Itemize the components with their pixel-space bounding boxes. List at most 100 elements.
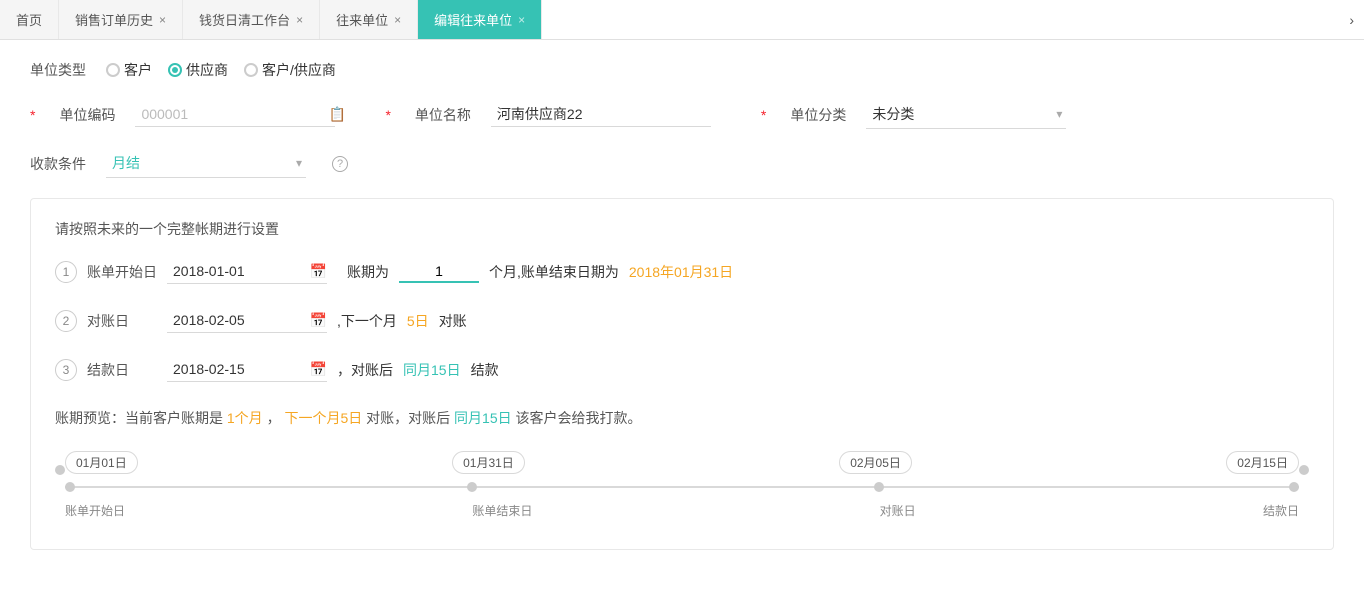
tl-point-1: 01月31日 (452, 451, 525, 480)
timeline: 01月01日 01月31日 02月05日 02月15日 (55, 451, 1309, 519)
unit-name-star: * (385, 107, 390, 123)
unit-code-icon[interactable]: 📋 (328, 106, 345, 123)
tab-partner[interactable]: 往来单位 × (320, 0, 418, 39)
unit-name-label: 单位名称 (415, 105, 471, 125)
tl-point-2: 02月05日 (839, 451, 912, 480)
step2-prefix: ,下一个月 (337, 311, 397, 331)
preview-label: 账期预览：当前客户账期是 (55, 410, 223, 426)
timeline-inner: 01月01日 01月31日 02月05日 02月15日 (65, 451, 1299, 519)
step2-cal-icon[interactable]: 📅 (310, 312, 327, 329)
tab-sales-history[interactable]: 销售订单历史 × (59, 0, 183, 39)
tab-cash-work-label: 钱货日清工作台 (199, 10, 290, 29)
step-num-1: 1 (55, 261, 77, 283)
radio-both[interactable]: 客户/供应商 (244, 60, 336, 80)
step1-suffix: 个月,账单结束日期为 (489, 262, 619, 282)
unit-code-field[interactable]: 📋 (135, 102, 335, 127)
main-content: 单位类型 客户 供应商 客户/供应商 * 单位编码 📋 * 单位名称 * (0, 40, 1364, 608)
payment-terms-select[interactable]: 月结 ▾ (106, 149, 306, 178)
unit-cat-star: * (761, 107, 766, 123)
tab-more-button[interactable]: › (1339, 0, 1364, 39)
timeline-right-dot (1299, 465, 1309, 475)
tab-bar: 首页 销售订单历史 × 钱货日清工作台 × 往来单位 × 编辑往来单位 × › (0, 0, 1364, 40)
tab-partner-label: 往来单位 (336, 10, 388, 29)
step-label-1: 账单开始日 (87, 262, 157, 282)
preview-part1: 1个月 (227, 410, 263, 426)
radio-customer[interactable]: 客户 (106, 60, 152, 80)
tab-edit-partner-label: 编辑往来单位 (434, 10, 512, 29)
tab-sales-history-close[interactable]: × (159, 13, 166, 27)
step1-cal-icon[interactable]: 📅 (310, 263, 327, 280)
step-row-3: 3 结款日 📅 ，对账后 同月15日 结款 (55, 357, 1309, 382)
payment-terms-arrow: ▾ (296, 156, 306, 170)
step-label-3: 结款日 (87, 360, 157, 380)
timeline-line (65, 486, 1299, 488)
preview-part3: 同月15日 (454, 410, 512, 426)
tab-edit-partner[interactable]: 编辑往来单位 × (418, 0, 542, 39)
step3-suffix: 结款 (471, 360, 499, 380)
settings-panel: 请按照未来的一个完整帐期进行设置 1 账单开始日 📅 账期为 个月,账单结束日期… (30, 198, 1334, 550)
radio-supplier-circle (168, 63, 182, 77)
timeline-badges: 01月01日 01月31日 02月05日 02月15日 (65, 451, 1299, 486)
step2-date-field[interactable]: 📅 (167, 308, 327, 333)
step-num-3: 3 (55, 359, 77, 381)
panel-instruction: 请按照未来的一个完整帐期进行设置 (55, 219, 1309, 239)
timeline-labels: 账单开始日 账单结束日 对账日 结款日 (65, 488, 1299, 519)
unit-cat-label: 单位分类 (790, 105, 846, 125)
preview-part2: 下一个月5日 (284, 410, 362, 426)
tl-sublabel-0: 账单开始日 (65, 502, 125, 519)
step1-end-date: 2018年01月31日 (629, 262, 733, 282)
step1-date-input[interactable] (167, 259, 310, 283)
step3-cal-icon[interactable]: 📅 (310, 361, 327, 378)
unit-name-input[interactable] (491, 102, 711, 127)
unit-info-row: * 单位编码 📋 * 单位名称 * 单位分类 未分类 ▾ (30, 100, 1334, 129)
tab-cash-work[interactable]: 钱货日清工作台 × (183, 0, 320, 39)
radio-supplier-label: 供应商 (186, 60, 228, 80)
step-row-1: 1 账单开始日 📅 账期为 个月,账单结束日期为 2018年01月31日 (55, 259, 1309, 284)
step2-highlight: 5日 (407, 311, 429, 331)
tab-sales-history-label: 销售订单历史 (75, 10, 153, 29)
tl-badge-2: 02月05日 (839, 451, 912, 474)
tl-sublabel-3: 结款日 (1263, 502, 1299, 519)
step1-period-input[interactable] (399, 261, 479, 283)
tab-edit-partner-close[interactable]: × (518, 13, 525, 27)
step3-prefix: ，对账后 (337, 360, 393, 380)
tl-badge-0: 01月01日 (65, 451, 138, 474)
help-icon[interactable]: ? (332, 156, 348, 172)
tab-cash-work-close[interactable]: × (296, 13, 303, 27)
unit-code-star: * (30, 107, 35, 123)
unit-type-row: 单位类型 客户 供应商 客户/供应商 (30, 60, 1334, 80)
radio-customer-label: 客户 (124, 60, 152, 80)
radio-supplier[interactable]: 供应商 (168, 60, 228, 80)
preview-end: 该客户会给我打款。 (516, 410, 642, 426)
step2-suffix: 对账 (439, 311, 467, 331)
step-row-2: 2 对账日 📅 ,下一个月 5日 对账 (55, 308, 1309, 333)
step1-date-field[interactable]: 📅 (167, 259, 327, 284)
unit-cat-value: 未分类 (866, 100, 1056, 128)
tl-sublabel-2: 对账日 (880, 502, 916, 519)
tl-badge-1: 01月31日 (452, 451, 525, 474)
tab-partner-close[interactable]: × (394, 13, 401, 27)
unit-cat-arrow: ▾ (1056, 107, 1066, 121)
tab-home[interactable]: 首页 (0, 0, 59, 39)
preview-text: 账期预览：当前客户账期是 1个月 ， 下一个月5日 对账，对账后 同月15日 该… (55, 406, 1309, 431)
radio-both-label: 客户/供应商 (262, 60, 336, 80)
unit-cat-select[interactable]: 未分类 ▾ (866, 100, 1066, 129)
tl-sublabel-1: 账单结束日 (472, 502, 532, 519)
unit-type-radio-group: 客户 供应商 客户/供应商 (106, 60, 336, 80)
unit-code-input[interactable] (135, 102, 328, 126)
preview-sep2: 对账，对账后 (366, 410, 454, 426)
radio-customer-circle (106, 63, 120, 77)
tab-home-label: 首页 (16, 10, 42, 29)
step3-date-input[interactable] (167, 357, 310, 381)
payment-terms-value: 月结 (106, 149, 296, 177)
timeline-left-dot (55, 465, 65, 475)
step-label-2: 对账日 (87, 311, 157, 331)
step1-period-label: 账期为 (347, 262, 389, 282)
radio-both-circle (244, 63, 258, 77)
unit-type-label: 单位类型 (30, 60, 86, 80)
payment-terms-row: 收款条件 月结 ▾ ? (30, 149, 1334, 178)
unit-code-label: 单位编码 (59, 105, 115, 125)
step2-date-input[interactable] (167, 308, 310, 332)
tl-badge-3: 02月15日 (1226, 451, 1299, 474)
step3-date-field[interactable]: 📅 (167, 357, 327, 382)
